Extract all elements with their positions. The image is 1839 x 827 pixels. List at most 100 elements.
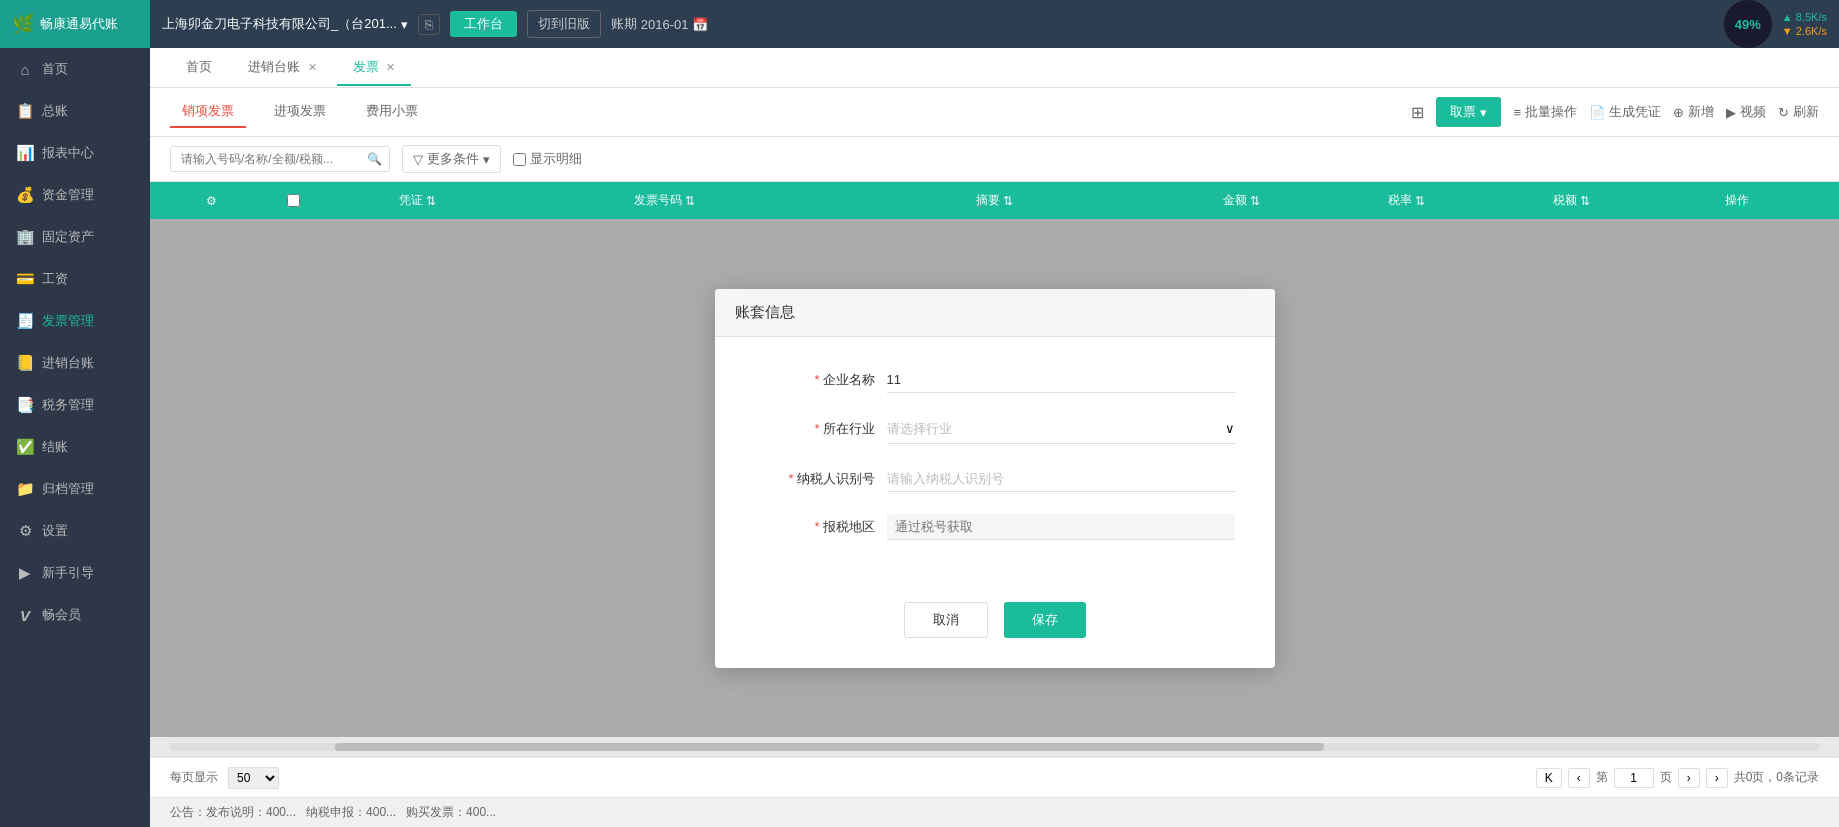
nav-tabs: 首页 进销台账 ✕ 发票 ✕ [150, 48, 1839, 88]
workbench-button[interactable]: 工作台 [450, 11, 517, 37]
first-page-button[interactable]: K [1536, 768, 1562, 788]
sales-icon: 📒 [16, 354, 34, 372]
sidebar-item-settings[interactable]: ⚙ 设置 [0, 510, 150, 552]
sidebar-item-vip[interactable]: V 畅会员 [0, 594, 150, 636]
grid-view-icon[interactable]: ⊞ [1411, 103, 1424, 122]
sidebar-item-label: 新手引导 [42, 564, 94, 582]
sidebar-item-label: 报表中心 [42, 144, 94, 162]
th-voucher[interactable]: 凭证 ⇅ [335, 192, 500, 209]
show-detail-checkbox-label[interactable]: 显示明细 [513, 150, 582, 168]
invoice-tab-expense[interactable]: 费用小票 [354, 96, 430, 128]
toolbar-actions: ⊞ 取票 ▾ ≡ 批量操作 📄 生成凭证 ⊕ 新增 ▶ [1411, 97, 1819, 127]
sidebar-item-label: 设置 [42, 522, 68, 540]
sidebar-item-archive[interactable]: 📁 归档管理 [0, 468, 150, 510]
th-settings[interactable]: ⚙ [170, 194, 252, 208]
total-info: 共0页，0条记录 [1734, 769, 1819, 786]
tab-home[interactable]: 首页 [170, 50, 228, 86]
sidebar-item-funds[interactable]: 💰 资金管理 [0, 174, 150, 216]
sidebar-item-label: 资金管理 [42, 186, 94, 204]
invoice-tab-purchase[interactable]: 进项发票 [262, 96, 338, 128]
select-all-checkbox[interactable] [287, 194, 300, 207]
dialog-footer: 取消 保存 [715, 592, 1275, 668]
settings-icon: ⚙ [16, 522, 34, 540]
company-name: 上海卯金刀电子科技有限公司_（台201... ▾ [162, 15, 408, 33]
archive-icon: 📁 [16, 480, 34, 498]
new-icon: ⊕ [1673, 105, 1684, 120]
show-detail-checkbox[interactable] [513, 153, 526, 166]
th-summary[interactable]: 摘要 ⇅ [830, 192, 1160, 209]
sort-icon: ⇅ [1003, 194, 1013, 208]
industry-select[interactable]: 请选择行业 ∨ [887, 415, 1235, 444]
ledger-icon: 📋 [16, 102, 34, 120]
bottom-footer: 公告：发布说明：400... 纳税申报：400... 购买发票：400... [150, 797, 1839, 827]
salary-icon: 💳 [16, 270, 34, 288]
horizontal-scrollbar[interactable] [150, 737, 1839, 757]
company-name-input[interactable] [887, 367, 1235, 393]
sidebar-item-home[interactable]: ⌂ 首页 [0, 48, 150, 90]
th-checkbox[interactable] [252, 194, 334, 207]
tax-id-row: 纳税人识别号 [755, 466, 1235, 492]
sort-icon: ⇅ [685, 194, 695, 208]
sidebar-item-sales[interactable]: 📒 进销台账 [0, 342, 150, 384]
sidebar-item-invoice[interactable]: 🧾 发票管理 [0, 300, 150, 342]
invoice-icon: 🧾 [16, 312, 34, 330]
main-area: 上海卯金刀电子科技有限公司_（台201... ▾ ⎘ 工作台 切到旧版 账期 2… [150, 0, 1839, 827]
batch-icon: ≡ [1513, 105, 1521, 120]
tab-invoice[interactable]: 发票 ✕ [337, 50, 412, 86]
sidebar-item-ledger[interactable]: 📋 总账 [0, 90, 150, 132]
th-tax-rate[interactable]: 税率 ⇅ [1324, 192, 1489, 209]
batch-op-button[interactable]: ≡ 批量操作 [1513, 103, 1577, 121]
last-page-button[interactable]: › [1706, 768, 1728, 788]
close-sales-ledger-tab[interactable]: ✕ [308, 61, 317, 73]
close-invoice-tab[interactable]: ✕ [386, 61, 395, 73]
content-area: 账套信息 企业名称 所在行业 请选择行业 ∨ [150, 219, 1839, 737]
tax-region-input [887, 514, 1235, 540]
new-button[interactable]: ⊕ 新增 [1673, 103, 1714, 121]
sidebar-item-label: 总账 [42, 102, 68, 120]
th-tax-amount[interactable]: 税额 ⇅ [1489, 192, 1654, 209]
scrollbar-thumb[interactable] [335, 743, 1324, 751]
tax-id-label: 纳税人识别号 [755, 470, 875, 488]
th-invoice-no[interactable]: 发票号码 ⇅ [500, 192, 830, 209]
topbar: 上海卯金刀电子科技有限公司_（台201... ▾ ⎘ 工作台 切到旧版 账期 2… [150, 0, 1839, 48]
tab-sales-ledger[interactable]: 进销台账 ✕ [232, 50, 333, 86]
old-version-button[interactable]: 切到旧版 [527, 10, 601, 38]
chevron-down-icon: ▾ [483, 152, 490, 167]
guide-icon: ▶ [16, 564, 34, 582]
company-dropdown-icon[interactable]: ▾ [401, 17, 408, 32]
invoice-toolbar: 销项发票 进项发票 费用小票 ⊞ 取票 ▾ ≡ 批量操作 📄 [150, 88, 1839, 137]
checkout-icon: ✅ [16, 438, 34, 456]
tax-icon: 📑 [16, 396, 34, 414]
copy-icon[interactable]: ⎘ [418, 14, 440, 35]
prev-page-button[interactable]: ‹ [1568, 768, 1590, 788]
cancel-button[interactable]: 取消 [904, 602, 988, 638]
take-ticket-button[interactable]: 取票 ▾ [1436, 97, 1501, 127]
sidebar-item-label: 工资 [42, 270, 68, 288]
search-input[interactable] [170, 146, 390, 172]
page-number-input[interactable] [1614, 768, 1654, 788]
sidebar-item-checkout[interactable]: ✅ 结账 [0, 426, 150, 468]
th-amount[interactable]: 金额 ⇅ [1159, 192, 1324, 209]
dropdown-arrow-icon: ▾ [1480, 105, 1487, 120]
sidebar-item-tax[interactable]: 📑 税务管理 [0, 384, 150, 426]
video-button[interactable]: ▶ 视频 [1726, 103, 1766, 121]
sidebar: 🌿 畅康通易代账 ⌂ 首页 📋 总账 📊 报表中心 💰 资金管理 🏢 固定资产 … [0, 0, 150, 827]
sidebar-item-assets[interactable]: 🏢 固定资产 [0, 216, 150, 258]
tax-id-input[interactable] [887, 466, 1235, 492]
per-page-select[interactable]: 50 10 20 100 [228, 767, 279, 789]
funds-icon: 💰 [16, 186, 34, 204]
next-page-button[interactable]: › [1678, 768, 1700, 788]
refresh-button[interactable]: ↻ 刷新 [1778, 103, 1819, 121]
sidebar-item-guide[interactable]: ▶ 新手引导 [0, 552, 150, 594]
vip-icon: V [16, 607, 34, 624]
sidebar-item-reports[interactable]: 📊 报表中心 [0, 132, 150, 174]
period-info: 账期 2016-01 📅 [611, 15, 709, 33]
industry-label: 所在行业 [755, 420, 875, 438]
invoice-tab-sales[interactable]: 销项发票 [170, 96, 246, 128]
more-conditions-button[interactable]: ▽ 更多条件 ▾ [402, 145, 501, 173]
generate-voucher-button[interactable]: 📄 生成凭证 [1589, 103, 1661, 121]
sidebar-item-salary[interactable]: 💳 工资 [0, 258, 150, 300]
save-button[interactable]: 保存 [1004, 602, 1086, 638]
sidebar-logo: 🌿 畅康通易代账 [0, 0, 150, 48]
calendar-icon[interactable]: 📅 [692, 17, 708, 32]
